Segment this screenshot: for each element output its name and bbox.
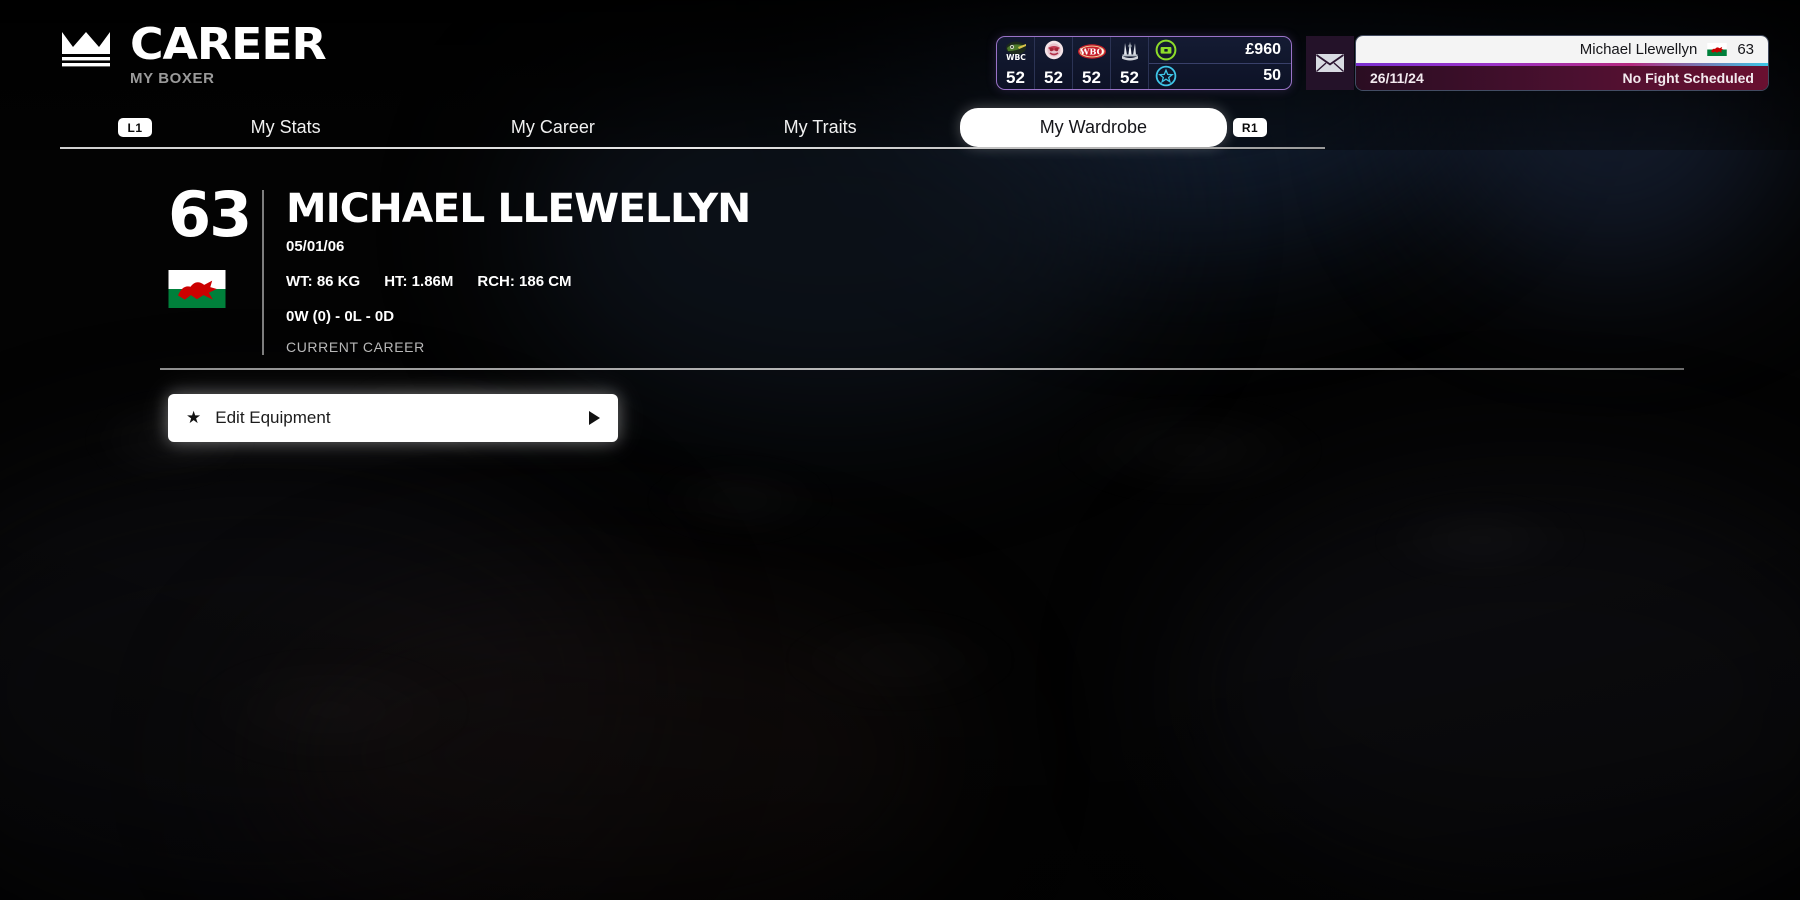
wbc-belt-icon: WBC: [1004, 40, 1028, 62]
hud-panel: WBC 52 52 WBO 52 52 £960 50: [996, 36, 1292, 90]
boxer-name: MICHAEL LLEWELLYN: [286, 186, 751, 232]
tab-bar: L1 My Stats My Career My Traits My Wardr…: [60, 108, 1325, 149]
belt-cell-wba[interactable]: 52: [1035, 37, 1073, 89]
tab-my-traits[interactable]: My Traits: [687, 117, 954, 138]
wba-belt-icon: [1043, 40, 1065, 62]
right-bumper-button[interactable]: R1: [1233, 118, 1267, 137]
left-bumper-button[interactable]: L1: [118, 118, 152, 137]
ibf-belt-icon: [1118, 40, 1142, 62]
chevron-right-icon: [589, 411, 600, 425]
star-points-icon: [1155, 65, 1177, 87]
currency-row-money: £960: [1149, 37, 1291, 64]
belt-value: 52: [1006, 68, 1025, 87]
crown-icon: [62, 32, 110, 67]
wales-flag-icon: [168, 270, 226, 308]
money-value: £960: [1245, 40, 1281, 58]
section-divider: [160, 368, 1684, 370]
status-boxer-name: Michael Llewellyn: [1579, 41, 1698, 58]
envelope-icon: [1316, 54, 1344, 72]
currency-row-star-points: 50: [1149, 64, 1291, 90]
page-subtitle: MY BOXER: [130, 70, 215, 87]
tab-my-stats[interactable]: My Stats: [152, 117, 419, 138]
svg-text:WBO: WBO: [1079, 46, 1104, 56]
boxer-weight: WT: 86 KG: [286, 273, 361, 290]
page-title: CAREER: [130, 19, 327, 70]
belt-value: 52: [1044, 68, 1063, 87]
money-icon: [1155, 39, 1177, 61]
page-header: CAREER MY BOXER: [60, 23, 327, 87]
profile-divider: [262, 190, 264, 355]
star-icon: ★: [186, 408, 202, 427]
status-date: 26/11/24: [1370, 70, 1424, 86]
belt-cell-wbo[interactable]: WBO 52: [1073, 37, 1111, 89]
status-boxer-rating: 63: [1737, 41, 1754, 58]
record-caption: CURRENT CAREER: [286, 339, 425, 355]
svg-text:WBC: WBC: [1006, 53, 1026, 62]
boxer-dob: 05/01/06: [286, 238, 345, 255]
boxer-reach: RCH: 186 CM: [477, 273, 572, 290]
status-fight-state: No Fight Scheduled: [1622, 70, 1754, 86]
mail-button[interactable]: [1306, 36, 1354, 90]
star-points-value: 50: [1263, 67, 1281, 85]
boxer-record: 0W (0) - 0L - 0D: [286, 308, 395, 325]
edit-equipment-button[interactable]: ★ Edit Equipment: [168, 394, 618, 442]
boxer-overall-rating: 63: [168, 178, 252, 251]
tab-my-wardrobe[interactable]: My Wardrobe: [959, 108, 1227, 147]
belt-value: 52: [1120, 68, 1139, 87]
tab-my-career[interactable]: My Career: [419, 117, 686, 138]
belt-value: 52: [1082, 68, 1101, 87]
wbo-belt-icon: WBO: [1077, 40, 1107, 62]
belt-cell-wbc[interactable]: WBC 52: [997, 37, 1035, 89]
boxer-profile: 63 MICHAEL LLEWELLYN 05/01/06 WT: 86 KG …: [168, 178, 751, 355]
belt-cell-ibf[interactable]: 52: [1111, 37, 1149, 89]
wales-flag-icon: [1707, 43, 1728, 56]
boxer-status-bar: Michael Llewellyn 63 26/11/24 No Fight S…: [1356, 36, 1768, 90]
boxer-height: HT: 1.86M: [384, 273, 454, 290]
edit-equipment-label: Edit Equipment: [215, 408, 331, 427]
